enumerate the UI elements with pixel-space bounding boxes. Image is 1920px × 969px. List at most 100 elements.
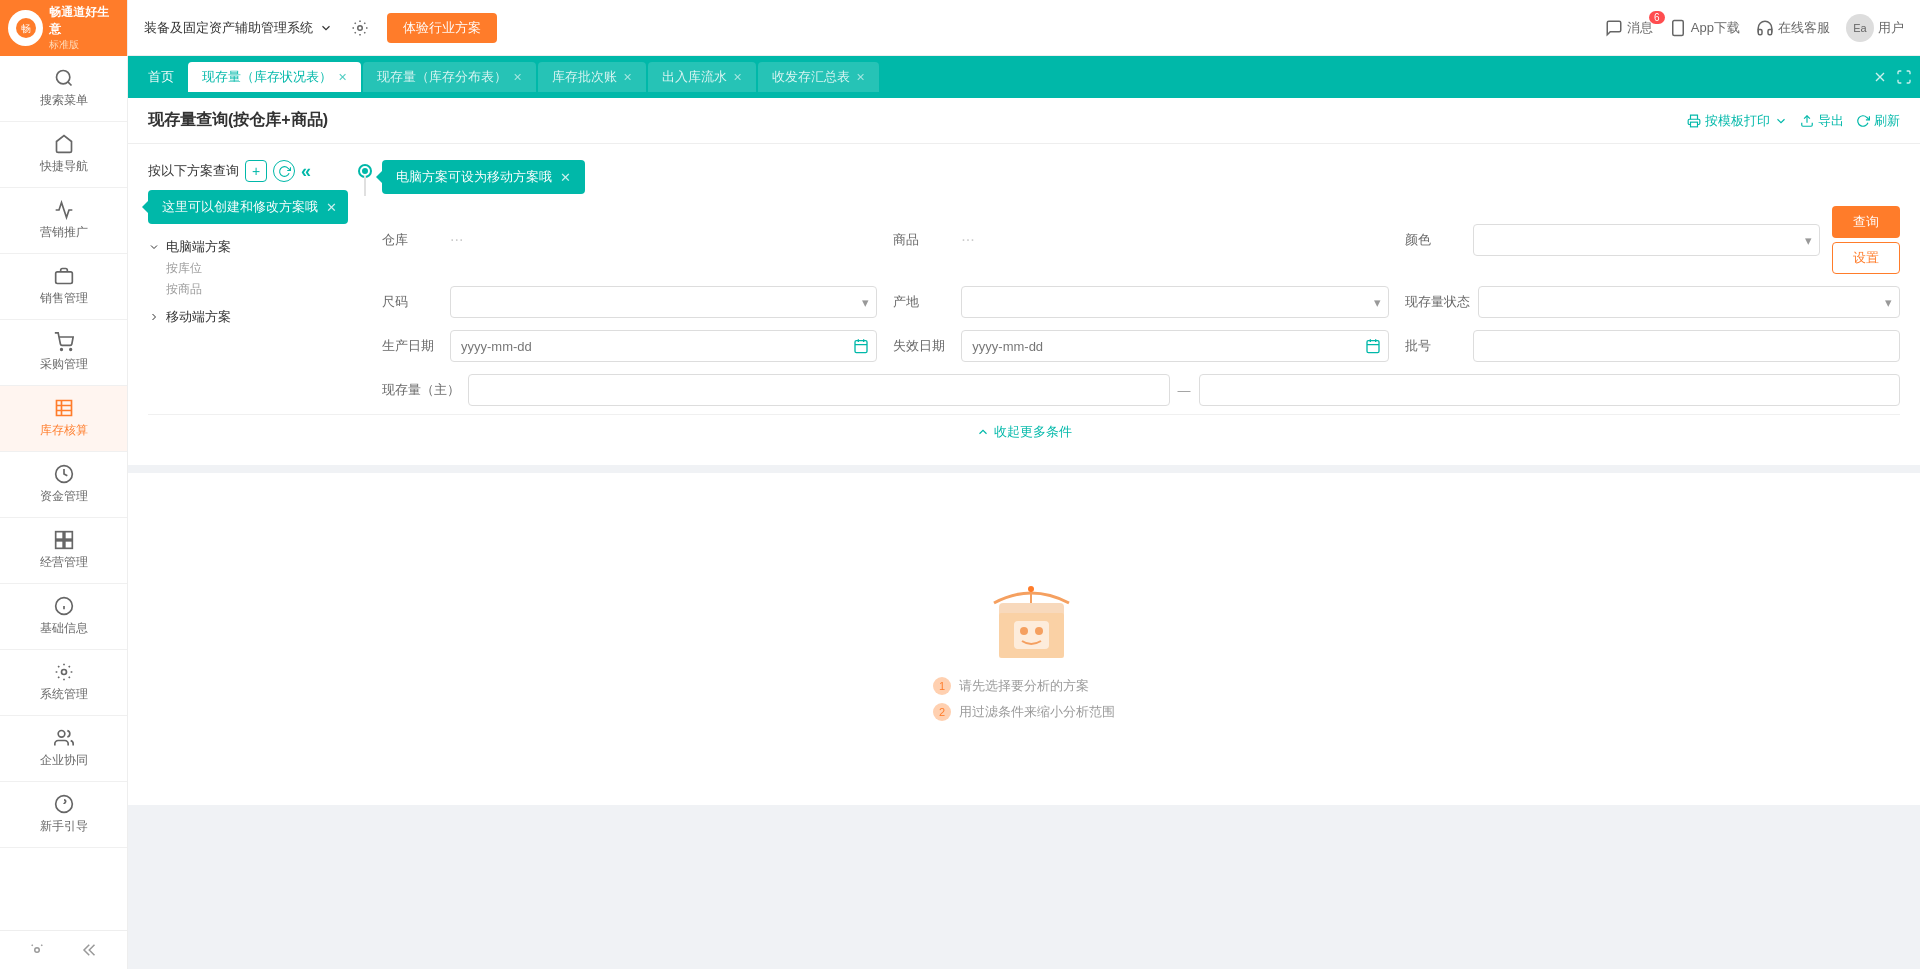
sidebar-item-purchase[interactable]: 采购管理 bbox=[0, 320, 127, 386]
collapse-icon bbox=[976, 425, 990, 439]
logo-icon: 畅 bbox=[8, 10, 43, 46]
header-left: 装备及固定资产辅助管理系统 体验行业方案 bbox=[144, 13, 497, 43]
scheme-group-mobile-icon bbox=[148, 311, 160, 323]
tab-inventory-status[interactable]: 现存量（库存状况表） ✕ bbox=[188, 62, 361, 92]
sidebar-item-basicinfo[interactable]: 基础信息 bbox=[0, 584, 127, 650]
system-selector[interactable]: 装备及固定资产辅助管理系统 bbox=[144, 19, 333, 37]
customer-service-button[interactable]: 在线客服 bbox=[1756, 19, 1830, 37]
collapse-bar[interactable]: 收起更多条件 bbox=[148, 414, 1900, 449]
expire-date-input[interactable] bbox=[961, 330, 1388, 362]
inventory-min-input[interactable] bbox=[468, 374, 1170, 406]
origin-select[interactable] bbox=[961, 286, 1388, 318]
print-button[interactable]: 按模板打印 bbox=[1687, 112, 1788, 130]
add-scheme-button[interactable]: + bbox=[245, 160, 267, 182]
warehouse-more-icon[interactable]: ··· bbox=[450, 231, 463, 249]
tab-close-all-icon[interactable] bbox=[1872, 69, 1888, 85]
sidebar-item-quicknav[interactable]: 快捷导航 bbox=[0, 122, 127, 188]
refresh-button[interactable]: 刷新 bbox=[1856, 112, 1900, 130]
tab-close-batch[interactable]: ✕ bbox=[623, 71, 632, 84]
empty-step-2: 2 用过滤条件来缩小分析范围 bbox=[933, 699, 1115, 725]
search-button[interactable]: 查询 bbox=[1832, 206, 1900, 238]
svg-rect-3 bbox=[55, 272, 72, 284]
empty-steps: 1 请先选择要分析的方案 2 用过滤条件来缩小分析范围 bbox=[933, 673, 1115, 725]
sidebar-item-enterprise[interactable]: 企业协同 bbox=[0, 716, 127, 782]
inv-status-select[interactable] bbox=[1478, 286, 1900, 318]
sidebar: 畅 畅通道好生意 标准版 搜索菜单 快捷导航 营销推广 销售管理 bbox=[0, 0, 128, 969]
tab-fullscreen-icon[interactable] bbox=[1896, 69, 1912, 85]
search-btn-group: 查询 设置 bbox=[1832, 206, 1900, 274]
filter-main: 电脑方案可设为移动方案哦 ✕ 仓库 ··· 商品 ··· bbox=[382, 160, 1900, 414]
export-icon bbox=[1800, 114, 1814, 128]
settings-button[interactable] bbox=[345, 13, 375, 43]
svg-point-14 bbox=[35, 948, 40, 953]
collapse-sidebar-icon[interactable] bbox=[81, 941, 99, 959]
logo-area: 畅 畅通道好生意 标准版 bbox=[0, 0, 127, 56]
sidebar-item-system[interactable]: 系统管理 bbox=[0, 650, 127, 716]
settings-bottom-icon[interactable] bbox=[28, 941, 46, 959]
user-avatar: Ea bbox=[1846, 14, 1874, 42]
product-more-icon[interactable]: ··· bbox=[961, 231, 974, 249]
sidebar-bottom bbox=[0, 930, 127, 969]
tab-close-collect[interactable]: ✕ bbox=[856, 71, 865, 84]
tab-batch-account[interactable]: 库存批次账 ✕ bbox=[538, 62, 646, 92]
size-select[interactable] bbox=[450, 286, 877, 318]
sidebar-item-operations[interactable]: 经营管理 bbox=[0, 518, 127, 584]
inventory-max-input[interactable] bbox=[1199, 374, 1901, 406]
arrow-left-button[interactable]: « bbox=[301, 161, 311, 182]
header-right: 消息 6 App下载 在线客服 Ea 用户 bbox=[1605, 14, 1904, 42]
expire-date-icon[interactable] bbox=[1365, 338, 1381, 354]
sidebar-item-finance[interactable]: 资金管理 bbox=[0, 452, 127, 518]
scheme-panel: 按以下方案查询 + « 这里可以创建和修改方 bbox=[148, 160, 348, 336]
produce-date-icon[interactable] bbox=[853, 338, 869, 354]
reset-button[interactable]: 设置 bbox=[1832, 242, 1900, 274]
export-button[interactable]: 导出 bbox=[1800, 112, 1844, 130]
filter-size: 尺码 ▾ bbox=[382, 286, 877, 318]
sidebar-item-sales[interactable]: 销售管理 bbox=[0, 254, 127, 320]
app-download-button[interactable]: App下载 bbox=[1669, 19, 1740, 37]
tab-inventory-dist[interactable]: 现存量（库存分布表） ✕ bbox=[363, 62, 536, 92]
tab-collect-issue[interactable]: 收发存汇总表 ✕ bbox=[758, 62, 879, 92]
sidebar-item-inventory[interactable]: 库存核算 bbox=[0, 386, 127, 452]
page-body: 现存量查询(按仓库+商品) 按模板打印 导出 刷新 bbox=[128, 98, 1920, 969]
scheme-group-desktop: 电脑端方案 按库位 按商品 bbox=[148, 234, 348, 298]
produce-date-wrapper bbox=[450, 330, 877, 362]
tab-bar-right bbox=[1872, 69, 1912, 85]
refresh-icon bbox=[1856, 114, 1870, 128]
tab-home[interactable]: 首页 bbox=[136, 62, 186, 92]
empty-state: 1 请先选择要分析的方案 2 用过滤条件来缩小分析范围 bbox=[128, 473, 1920, 805]
main-content: 装备及固定资产辅助管理系统 体验行业方案 消息 6 App下载 在线客服 bbox=[128, 0, 1920, 969]
color-select[interactable] bbox=[1473, 224, 1820, 256]
refresh-scheme-button[interactable] bbox=[273, 160, 295, 182]
tooltip1-close[interactable]: ✕ bbox=[560, 170, 571, 185]
svg-point-5 bbox=[69, 349, 71, 351]
produce-date-input[interactable] bbox=[450, 330, 877, 362]
page-title-bar: 现存量查询(按仓库+商品) 按模板打印 导出 刷新 bbox=[128, 98, 1920, 144]
scheme-groups: 电脑端方案 按库位 按商品 移动端方案 bbox=[148, 234, 348, 330]
svg-rect-8 bbox=[64, 532, 72, 540]
inv-status-select-wrapper: ▾ bbox=[1478, 286, 1900, 318]
tooltip2-close[interactable]: ✕ bbox=[326, 200, 337, 215]
scheme-group-mobile-header[interactable]: 移动端方案 bbox=[148, 304, 348, 330]
user-area[interactable]: Ea 用户 bbox=[1846, 14, 1904, 42]
service-icon bbox=[1756, 19, 1774, 37]
svg-rect-20 bbox=[1367, 341, 1379, 353]
scheme-group-expand-icon bbox=[148, 241, 160, 253]
tab-inout-flow[interactable]: 出入库流水 ✕ bbox=[648, 62, 756, 92]
filter-warehouse: 仓库 ··· bbox=[382, 231, 877, 249]
industry-button[interactable]: 体验行业方案 bbox=[387, 13, 497, 43]
page-title: 现存量查询(按仓库+商品) bbox=[148, 110, 328, 131]
filter-row-3: 生产日期 失效日期 bbox=[382, 330, 1900, 362]
svg-rect-7 bbox=[55, 532, 63, 540]
tab-close-inventory-status[interactable]: ✕ bbox=[338, 71, 347, 84]
batch-input[interactable] bbox=[1473, 330, 1900, 362]
tab-close-inout[interactable]: ✕ bbox=[733, 71, 742, 84]
sidebar-item-guide[interactable]: 新手引导 bbox=[0, 782, 127, 848]
tab-close-inventory-dist[interactable]: ✕ bbox=[513, 71, 522, 84]
sidebar-item-marketing[interactable]: 营销推广 bbox=[0, 188, 127, 254]
message-button[interactable]: 消息 6 bbox=[1605, 19, 1653, 37]
svg-rect-19 bbox=[855, 341, 867, 353]
sidebar-nav: 搜索菜单 快捷导航 营销推广 销售管理 采购管理 库存核算 资金 bbox=[0, 56, 127, 930]
scheme-group-desktop-header[interactable]: 电脑端方案 bbox=[148, 234, 348, 260]
sidebar-item-search[interactable]: 搜索菜单 bbox=[0, 56, 127, 122]
filter-row-1: 仓库 ··· 商品 ··· 颜色 ▾ bbox=[382, 206, 1900, 274]
